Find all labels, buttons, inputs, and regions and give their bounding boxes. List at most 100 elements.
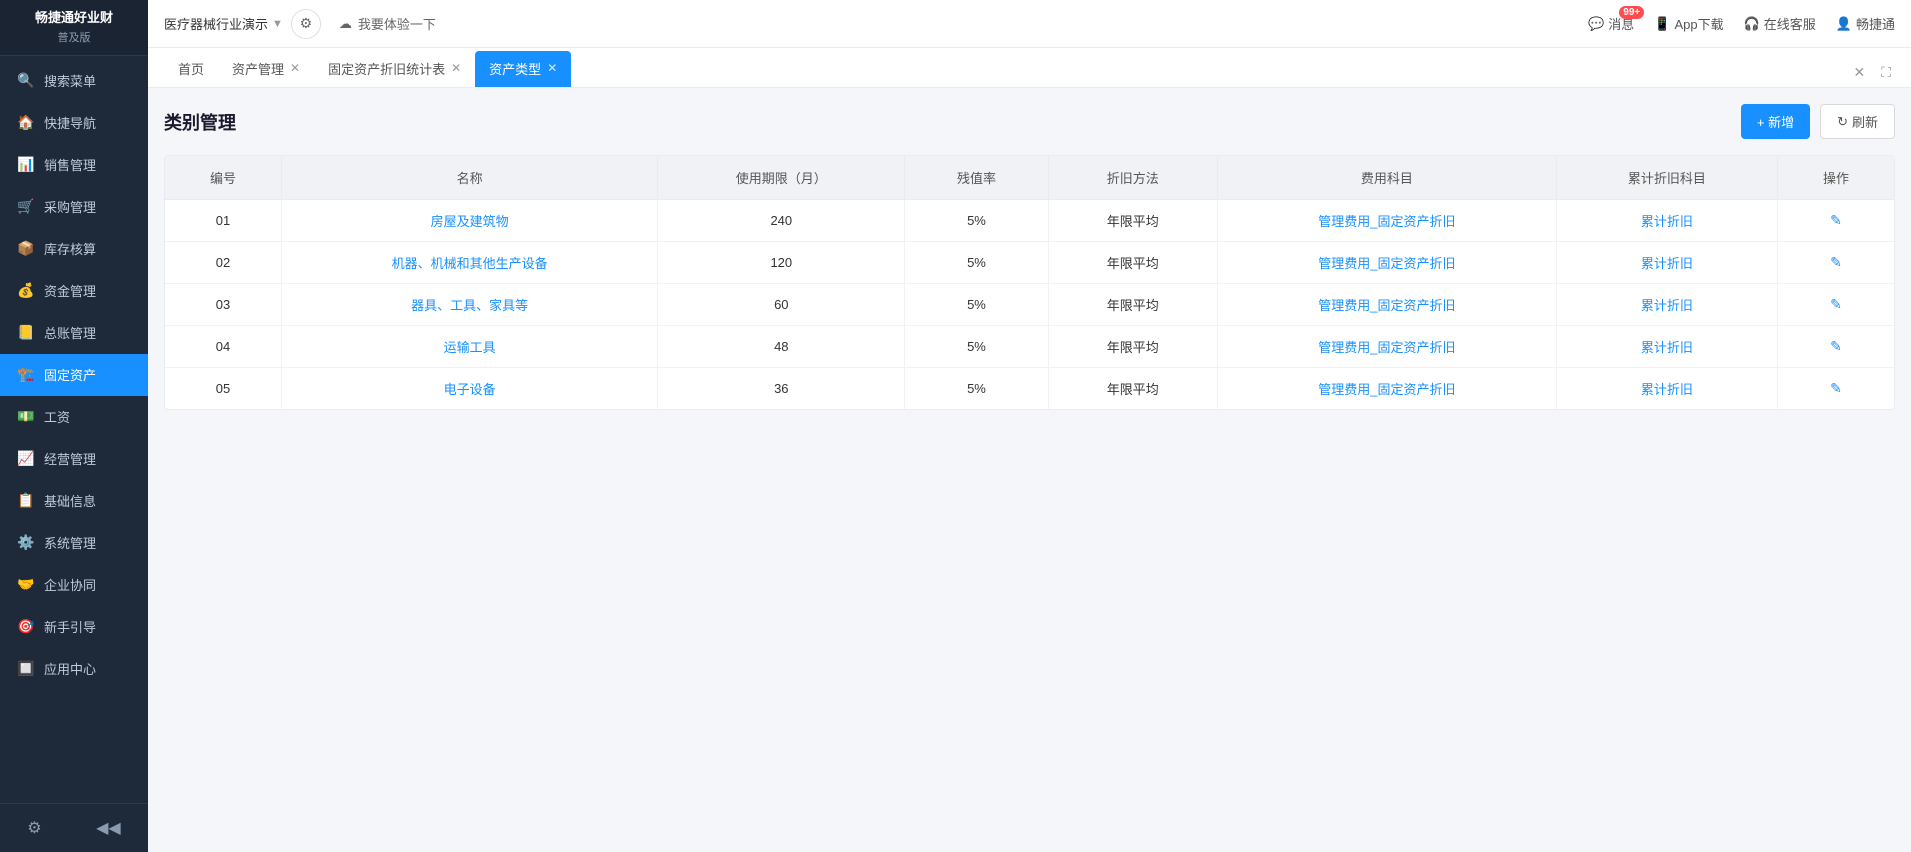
cell-accum[interactable]: 累计折旧 — [1556, 368, 1777, 410]
sidebar-item-label: 资金管理 — [44, 281, 96, 300]
cell-name[interactable]: 器具、工具、家具等 — [282, 284, 658, 326]
table-row: 05 电子设备 36 5% 年限平均 管理费用_固定资产折旧 累计折旧 ✎ — [165, 368, 1894, 410]
cell-accum[interactable]: 累计折旧 — [1556, 200, 1777, 242]
cell-method: 年限平均 — [1048, 200, 1217, 242]
cell-name[interactable]: 机器、机械和其他生产设备 — [282, 242, 658, 284]
purchase-icon: 🛒 — [16, 197, 36, 217]
user-label: 畅捷通 — [1856, 14, 1895, 33]
tab-home[interactable]: 首页 — [164, 51, 218, 87]
inventory-icon: 📦 — [16, 239, 36, 259]
sidebar-item-label: 总账管理 — [44, 323, 96, 342]
sidebar-item-quick-nav[interactable]: 🏠 快捷导航 — [0, 102, 148, 144]
app-download-label: App下载 — [1674, 14, 1723, 33]
tab-close-depreciation-table[interactable]: ✕ — [451, 62, 461, 74]
ledger-icon: 📒 — [16, 323, 36, 343]
app-download-item[interactable]: 📱 App下载 — [1654, 14, 1723, 33]
cloud-icon: ☁ — [339, 16, 352, 32]
sidebar-item-purchase[interactable]: 🛒 采购管理 — [0, 186, 148, 228]
sidebar-item-inventory[interactable]: 📦 库存核算 — [0, 228, 148, 270]
tab-close-asset-type[interactable]: ✕ — [547, 62, 557, 74]
collapse-icon[interactable]: ◀◀ — [88, 814, 129, 842]
tab-asset-mgmt[interactable]: 资产管理 ✕ — [218, 51, 314, 87]
online-service-item[interactable]: 🎧 在线客服 — [1744, 14, 1816, 33]
tab-asset-type[interactable]: 资产类型 ✕ — [475, 51, 571, 87]
cell-months: 240 — [658, 200, 905, 242]
sidebar-item-label: 快捷导航 — [44, 113, 96, 132]
sidebar-item-label: 采购管理 — [44, 197, 96, 216]
refresh-button[interactable]: ↻ 刷新 — [1820, 104, 1895, 139]
top-bar-right: 💬 消息 99+ 📱 App下载 🎧 在线客服 👤 畅捷通 — [1588, 14, 1895, 33]
tab-label: 资产类型 — [489, 59, 541, 78]
sidebar-item-label: 库存核算 — [44, 239, 96, 258]
cell-expense[interactable]: 管理费用_固定资产折旧 — [1217, 242, 1556, 284]
sidebar-item-fixed-assets[interactable]: 🏗️ 固定资产 — [0, 354, 148, 396]
company-selector[interactable]: 医疗器械行业演示 ▼ — [164, 14, 283, 33]
page-title: 类别管理 — [164, 109, 236, 135]
cell-residual: 5% — [905, 200, 1048, 242]
maximize-icon[interactable]: ⛶ — [1877, 62, 1895, 83]
sidebar-item-operation[interactable]: 📈 经营管理 — [0, 438, 148, 480]
cell-method: 年限平均 — [1048, 242, 1217, 284]
cell-months: 48 — [658, 326, 905, 368]
cell-expense[interactable]: 管理费用_固定资产折旧 — [1217, 368, 1556, 410]
tab-bar: 首页资产管理 ✕ 固定资产折旧统计表 ✕ 资产类型 ✕ ✕ ⛶ — [148, 48, 1911, 88]
cell-accum[interactable]: 累计折旧 — [1556, 326, 1777, 368]
page-actions: + 新增 ↻ 刷新 — [1741, 104, 1895, 139]
settings-button[interactable]: ⚙ — [291, 9, 321, 39]
col-header: 操作 — [1777, 156, 1894, 200]
cell-expense[interactable]: 管理费用_固定资产折旧 — [1217, 284, 1556, 326]
sidebar-item-label: 企业协同 — [44, 575, 96, 594]
sidebar-item-sales[interactable]: 📊 销售管理 — [0, 144, 148, 186]
cell-residual: 5% — [905, 284, 1048, 326]
sidebar-item-beginner[interactable]: 🎯 新手引导 — [0, 606, 148, 648]
page-header: 类别管理 + 新增 ↻ 刷新 — [164, 104, 1895, 139]
close-tab-icon[interactable]: ✕ — [1849, 62, 1869, 83]
sidebar-item-app-center[interactable]: 🔲 应用中心 — [0, 648, 148, 690]
sidebar-item-basic-info[interactable]: 📋 基础信息 — [0, 480, 148, 522]
cell-name[interactable]: 电子设备 — [282, 368, 658, 410]
tab-close-asset-mgmt[interactable]: ✕ — [290, 62, 300, 74]
cell-action: ✎ — [1777, 242, 1894, 284]
sidebar-item-ledger[interactable]: 📒 总账管理 — [0, 312, 148, 354]
cell-code: 04 — [165, 326, 282, 368]
settings-footer-icon[interactable]: ⚙ — [19, 814, 49, 842]
col-header: 残值率 — [905, 156, 1048, 200]
cell-name[interactable]: 运输工具 — [282, 326, 658, 368]
tab-depreciation-table[interactable]: 固定资产折旧统计表 ✕ — [314, 51, 475, 87]
table-row: 02 机器、机械和其他生产设备 120 5% 年限平均 管理费用_固定资产折旧 … — [165, 242, 1894, 284]
cell-action: ✎ — [1777, 200, 1894, 242]
notification-item[interactable]: 💬 消息 99+ — [1588, 14, 1634, 33]
edit-button[interactable]: ✎ — [1830, 296, 1842, 312]
edit-button[interactable]: ✎ — [1830, 212, 1842, 228]
sidebar-item-enterprise[interactable]: 🤝 企业协同 — [0, 564, 148, 606]
cell-residual: 5% — [905, 326, 1048, 368]
edit-button[interactable]: ✎ — [1830, 338, 1842, 354]
sidebar-item-system[interactable]: ⚙️ 系统管理 — [0, 522, 148, 564]
experience-button[interactable]: ☁ 我要体验一下 — [329, 10, 446, 37]
quick-nav-icon: 🏠 — [16, 113, 36, 133]
online-service-label: 在线客服 — [1764, 14, 1816, 33]
cell-name[interactable]: 房屋及建筑物 — [282, 200, 658, 242]
tab-label: 固定资产折旧统计表 — [328, 59, 445, 78]
edit-button[interactable]: ✎ — [1830, 380, 1842, 396]
app-center-icon: 🔲 — [16, 659, 36, 679]
cell-accum[interactable]: 累计折旧 — [1556, 242, 1777, 284]
new-button[interactable]: + 新增 — [1741, 104, 1810, 139]
cell-expense[interactable]: 管理费用_固定资产折旧 — [1217, 326, 1556, 368]
edit-button[interactable]: ✎ — [1830, 254, 1842, 270]
system-icon: ⚙️ — [16, 533, 36, 553]
sidebar-item-payroll[interactable]: 💵 工资 — [0, 396, 148, 438]
table-container: 编号名称使用期限（月）残值率折旧方法费用科目累计折旧科目操作 01 房屋及建筑物… — [164, 155, 1895, 410]
category-table: 编号名称使用期限（月）残值率折旧方法费用科目累计折旧科目操作 01 房屋及建筑物… — [165, 156, 1894, 409]
sidebar-item-search[interactable]: 🔍 搜索菜单 — [0, 60, 148, 102]
sidebar-item-funds[interactable]: 💰 资金管理 — [0, 270, 148, 312]
tab-label: 资产管理 — [232, 59, 284, 78]
notification-badge: 99+ — [1619, 6, 1644, 19]
cell-accum[interactable]: 累计折旧 — [1556, 284, 1777, 326]
user-item[interactable]: 👤 畅捷通 — [1836, 14, 1895, 33]
sidebar-item-label: 新手引导 — [44, 617, 96, 636]
cell-expense[interactable]: 管理费用_固定资产折旧 — [1217, 200, 1556, 242]
cell-code: 02 — [165, 242, 282, 284]
service-icon: 🎧 — [1744, 16, 1760, 32]
cell-action: ✎ — [1777, 368, 1894, 410]
